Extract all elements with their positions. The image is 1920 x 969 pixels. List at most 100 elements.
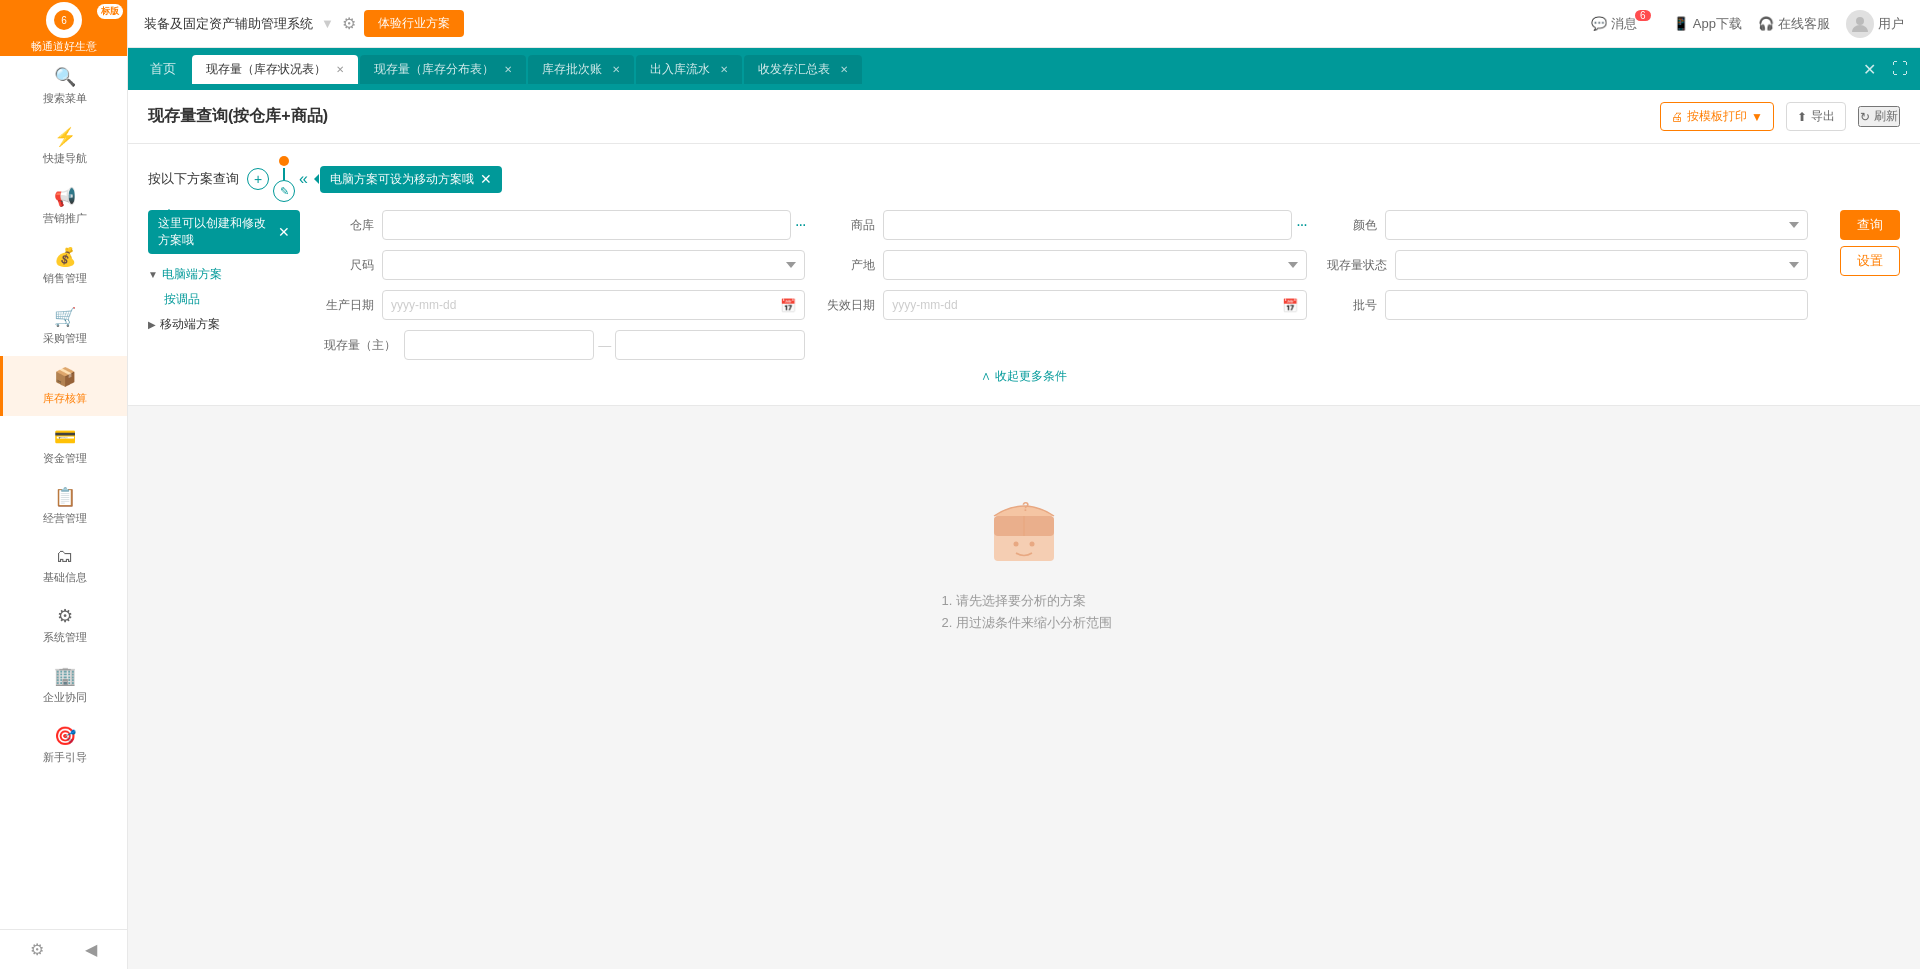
scheme-arrow-icon: ▶	[148, 319, 156, 330]
scheme-children: 按调品	[148, 287, 300, 312]
edit-scheme-btn[interactable]: ✎	[273, 180, 295, 202]
batch-input[interactable]	[1385, 290, 1808, 320]
add-scheme-btn[interactable]: +	[247, 168, 269, 190]
warehouse-input-wrap: ···	[382, 210, 805, 240]
empty-state: ? 请先选择要分析的方案 用过滤条件来缩小分析范围	[128, 406, 1920, 716]
export-btn[interactable]: ⬆ 导出	[1786, 102, 1846, 131]
tab-close-icon[interactable]: ✕	[612, 64, 620, 75]
product-input-wrap: ···	[883, 210, 1306, 240]
production-calendar-icon[interactable]: 📅	[780, 298, 796, 313]
basic-icon: 🗂	[56, 546, 74, 567]
sidebar-item-system[interactable]: ⚙ 系统管理	[0, 595, 127, 655]
batch-label: 批号	[1327, 297, 1377, 314]
export-icon: ⬆	[1797, 110, 1807, 124]
tab-close-icon[interactable]: ✕	[336, 64, 344, 75]
scheme-desktop[interactable]: ▼ 电脑端方案	[148, 262, 300, 287]
product-input[interactable]	[883, 210, 1292, 240]
collapse-sidebar-button[interactable]: ◀	[85, 940, 97, 959]
tab-collect[interactable]: 收发存汇总表 ✕	[744, 55, 862, 84]
settings-gear-icon[interactable]: ⚙	[342, 14, 356, 33]
scheme-desktop-label: 电脑端方案	[162, 266, 222, 283]
tab-inventory-status[interactable]: 现存量（库存状况表） ✕	[192, 55, 358, 84]
sidebar-item-finance[interactable]: 💳 资金管理	[0, 416, 127, 476]
message-label: 消息	[1611, 15, 1637, 33]
sidebar-item-inventory[interactable]: 📦 库存核算	[0, 356, 127, 416]
tab-close-icon[interactable]: ✕	[720, 64, 728, 75]
sidebar-item-label: 资金管理	[43, 451, 87, 466]
tab-inventory-dist[interactable]: 现存量（库存分布表） ✕	[360, 55, 526, 84]
maximize-tab-btn[interactable]: ⛶	[1888, 56, 1912, 82]
expiry-date-input[interactable]: yyyy-mm-dd 📅	[883, 290, 1306, 320]
sidebar-item-basic[interactable]: 🗂 基础信息	[0, 536, 127, 595]
print-btn[interactable]: 🖨 按模板打印 ▼	[1660, 102, 1774, 131]
sidebar-item-sales[interactable]: 💰 销售管理	[0, 236, 127, 296]
product-dots-btn[interactable]: ···	[1296, 216, 1306, 234]
size-select[interactable]	[382, 250, 805, 280]
origin-label: 产地	[825, 257, 875, 274]
message-btn[interactable]: 💬 消息 6	[1591, 15, 1657, 33]
sidebar-item-quick[interactable]: ⚡ 快捷导航	[0, 116, 127, 176]
sidebar-item-operations[interactable]: 📋 经营管理	[0, 476, 127, 536]
scheme-mobile[interactable]: ▶ 移动端方案	[148, 312, 300, 337]
refresh-btn[interactable]: ↻ 刷新	[1858, 106, 1900, 127]
query-btn[interactable]: 查询	[1840, 210, 1900, 240]
empty-illustration: ?	[974, 486, 1074, 576]
settings-button[interactable]: ⚙	[30, 940, 44, 959]
sidebar-item-search[interactable]: 🔍 搜索菜单	[0, 56, 127, 116]
stock-qty-max-input[interactable]	[615, 330, 805, 360]
scheme-tree: 这里可以创建和修改方案哦 ✕ ▼ 电脑端方案 按调品 ▶	[148, 210, 308, 337]
app-download-btn[interactable]: 📱 App下载	[1673, 15, 1742, 33]
tooltip2-box: 这里可以创建和修改方案哦 ✕	[148, 210, 300, 254]
header-right: 💬 消息 6 📱 App下载 🎧 在线客服 用户	[1591, 10, 1904, 38]
tab-home[interactable]: 首页	[136, 54, 190, 84]
tab-label: 收发存汇总表	[758, 61, 830, 78]
sidebar-item-purchase[interactable]: 🛒 采购管理	[0, 296, 127, 356]
sidebar-item-guide[interactable]: 🎯 新手引导	[0, 715, 127, 775]
stock-status-field: 现存量状态	[1327, 250, 1808, 280]
stock-qty-field: 现存量（主） —	[324, 330, 805, 360]
marketing-icon: 📢	[54, 186, 76, 208]
tab-close-icon[interactable]: ✕	[504, 64, 512, 75]
industry-btn[interactable]: 体验行业方案	[364, 10, 464, 37]
user-label: 用户	[1878, 15, 1904, 33]
sidebar-item-label: 采购管理	[43, 331, 87, 346]
close-tab-btn[interactable]: ✕	[1859, 56, 1880, 83]
tab-inout[interactable]: 出入库流水 ✕	[636, 55, 742, 84]
sidebar-item-label: 企业协同	[43, 690, 87, 705]
collapse-row[interactable]: ∧ 收起更多条件	[148, 360, 1900, 393]
chevron-up-icon: ∧	[981, 369, 991, 383]
stock-status-select[interactable]	[1395, 250, 1808, 280]
tooltip-close-btn2[interactable]: ✕	[278, 224, 290, 240]
warehouse-dots-btn[interactable]: ···	[795, 216, 805, 234]
search-icon: 🔍	[54, 66, 76, 88]
color-label: 颜色	[1327, 217, 1377, 234]
production-date-input[interactable]: yyyy-mm-dd 📅	[382, 290, 805, 320]
quick-icon: ⚡	[54, 126, 76, 148]
sidebar-item-marketing[interactable]: 📢 营销推广	[0, 176, 127, 236]
stock-qty-min-input[interactable]	[404, 330, 594, 360]
support-btn[interactable]: 🎧 在线客服	[1758, 15, 1830, 33]
reset-btn[interactable]: 设置	[1840, 246, 1900, 276]
enterprise-icon: 🏢	[54, 665, 76, 687]
expiry-calendar-icon[interactable]: 📅	[1282, 298, 1298, 313]
page-header: 现存量查询(按仓库+商品) 🖨 按模板打印 ▼ ⬆ 导出 ↻ 刷新	[128, 90, 1920, 144]
sidebar-item-enterprise[interactable]: 🏢 企业协同	[0, 655, 127, 715]
origin-select[interactable]	[883, 250, 1306, 280]
stock-status-label: 现存量状态	[1327, 257, 1387, 274]
sidebar-item-label: 营销推广	[43, 211, 87, 226]
filter-area: 按以下方案查询 + ✎ « 电脑方案可设为移动方案哦 ✕	[128, 144, 1920, 406]
tab-close-icon[interactable]: ✕	[840, 64, 848, 75]
warehouse-input[interactable]	[382, 210, 791, 240]
color-select[interactable]	[1385, 210, 1808, 240]
scheme-arrow-btn[interactable]: «	[299, 170, 308, 188]
system-icon: ⚙	[57, 605, 73, 627]
tab-label: 现存量（库存分布表）	[374, 61, 494, 78]
scheme-child-item[interactable]: 按调品	[164, 287, 300, 312]
tooltip-close-btn1[interactable]: ✕	[480, 171, 492, 187]
stock-qty-range: —	[404, 330, 805, 360]
user-btn[interactable]: 用户	[1846, 10, 1904, 38]
tab-batch[interactable]: 库存批次账 ✕	[528, 55, 634, 84]
origin-field: 产地	[825, 250, 1306, 280]
svg-point-7	[1030, 542, 1035, 547]
app-label: App下载	[1693, 15, 1742, 33]
